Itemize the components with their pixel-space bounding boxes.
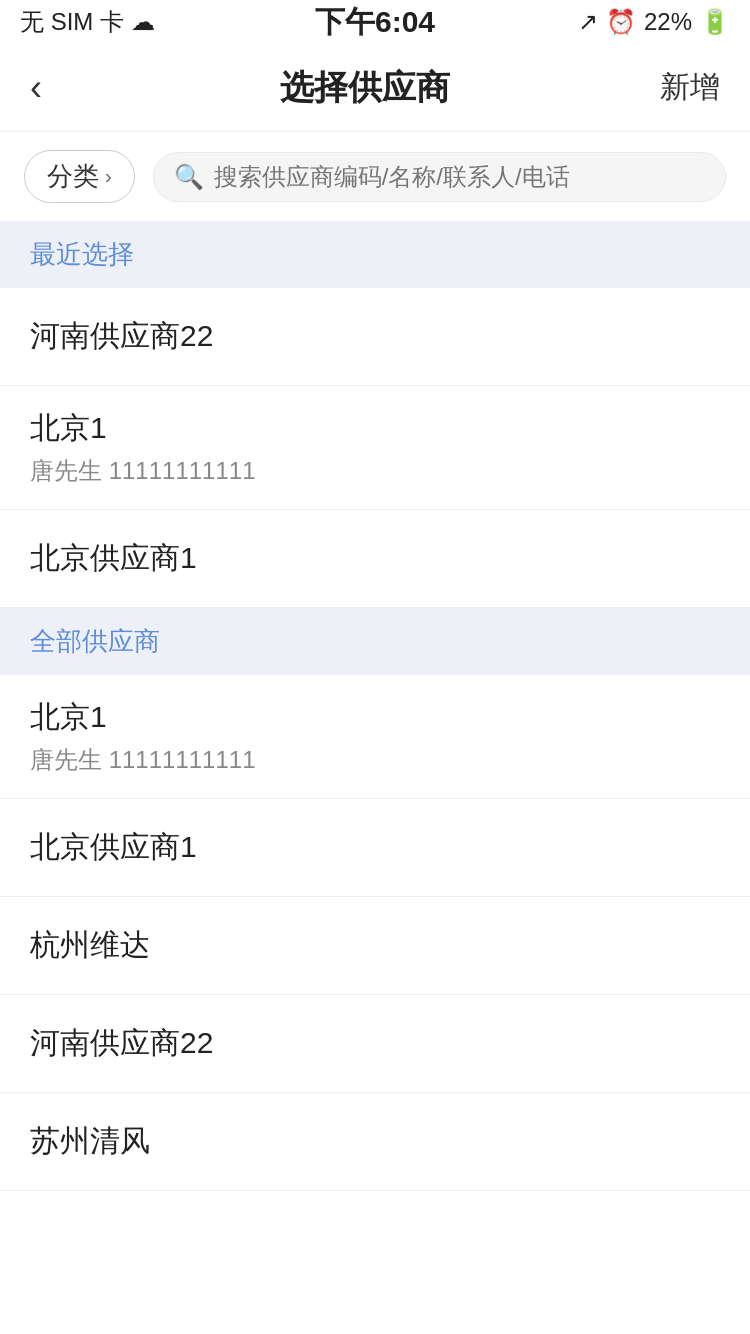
supplier-name: 河南供应商22	[30, 316, 720, 357]
recent-list: 河南供应商22 北京1 唐先生 11111111111 北京供应商1	[0, 288, 750, 608]
list-item[interactable]: 北京供应商1	[0, 799, 750, 897]
supplier-name: 杭州维达	[30, 925, 720, 966]
status-bar: 无 SIM 卡 ☁ 下午6:04 ↗ ⏰ 22% 🔋	[0, 0, 750, 44]
add-button[interactable]: 新增	[640, 67, 720, 108]
nav-bar: ‹ 选择供应商 新增	[0, 44, 750, 132]
alarm-icon: ⏰	[606, 8, 636, 36]
all-section-header: 全部供应商	[0, 608, 750, 675]
list-item[interactable]: 苏州清风	[0, 1093, 750, 1191]
supplier-name: 北京1	[30, 408, 720, 449]
status-left: 无 SIM 卡 ☁	[20, 6, 155, 38]
back-button[interactable]: ‹	[30, 67, 90, 109]
supplier-sub: 唐先生 11111111111	[30, 744, 720, 776]
list-item[interactable]: 北京1 唐先生 11111111111	[0, 675, 750, 799]
search-box[interactable]: 🔍	[153, 152, 726, 202]
supplier-name: 河南供应商22	[30, 1023, 720, 1064]
category-label: 分类	[47, 159, 99, 194]
supplier-name: 北京1	[30, 697, 720, 738]
filter-bar: 分类 › 🔍	[0, 132, 750, 221]
battery-status: 22%	[644, 8, 692, 36]
battery-icon: 🔋	[700, 8, 730, 36]
supplier-name: 北京供应商1	[30, 538, 720, 579]
list-item[interactable]: 北京供应商1	[0, 510, 750, 608]
recent-section-header: 最近选择	[0, 221, 750, 288]
list-item[interactable]: 杭州维达	[0, 897, 750, 995]
category-filter[interactable]: 分类 ›	[24, 150, 135, 203]
list-item[interactable]: 河南供应商22	[0, 995, 750, 1093]
location-icon: ↗	[578, 8, 598, 36]
list-item[interactable]: 河南供应商22	[0, 288, 750, 386]
list-item[interactable]: 北京1 唐先生 11111111111	[0, 386, 750, 510]
supplier-name: 苏州清风	[30, 1121, 720, 1162]
search-icon: 🔍	[174, 163, 204, 191]
sim-status: 无 SIM 卡 ☁	[20, 6, 155, 38]
status-right: ↗ ⏰ 22% 🔋	[578, 8, 730, 36]
chevron-icon: ›	[105, 165, 112, 188]
search-input[interactable]	[214, 163, 705, 191]
all-list: 北京1 唐先生 11111111111 北京供应商1 杭州维达河南供应商22 苏州清风	[0, 675, 750, 1191]
page-title: 选择供应商	[280, 65, 450, 111]
supplier-sub: 唐先生 11111111111	[30, 455, 720, 487]
status-time: 下午6:04	[315, 2, 435, 43]
supplier-name: 北京供应商1	[30, 827, 720, 868]
